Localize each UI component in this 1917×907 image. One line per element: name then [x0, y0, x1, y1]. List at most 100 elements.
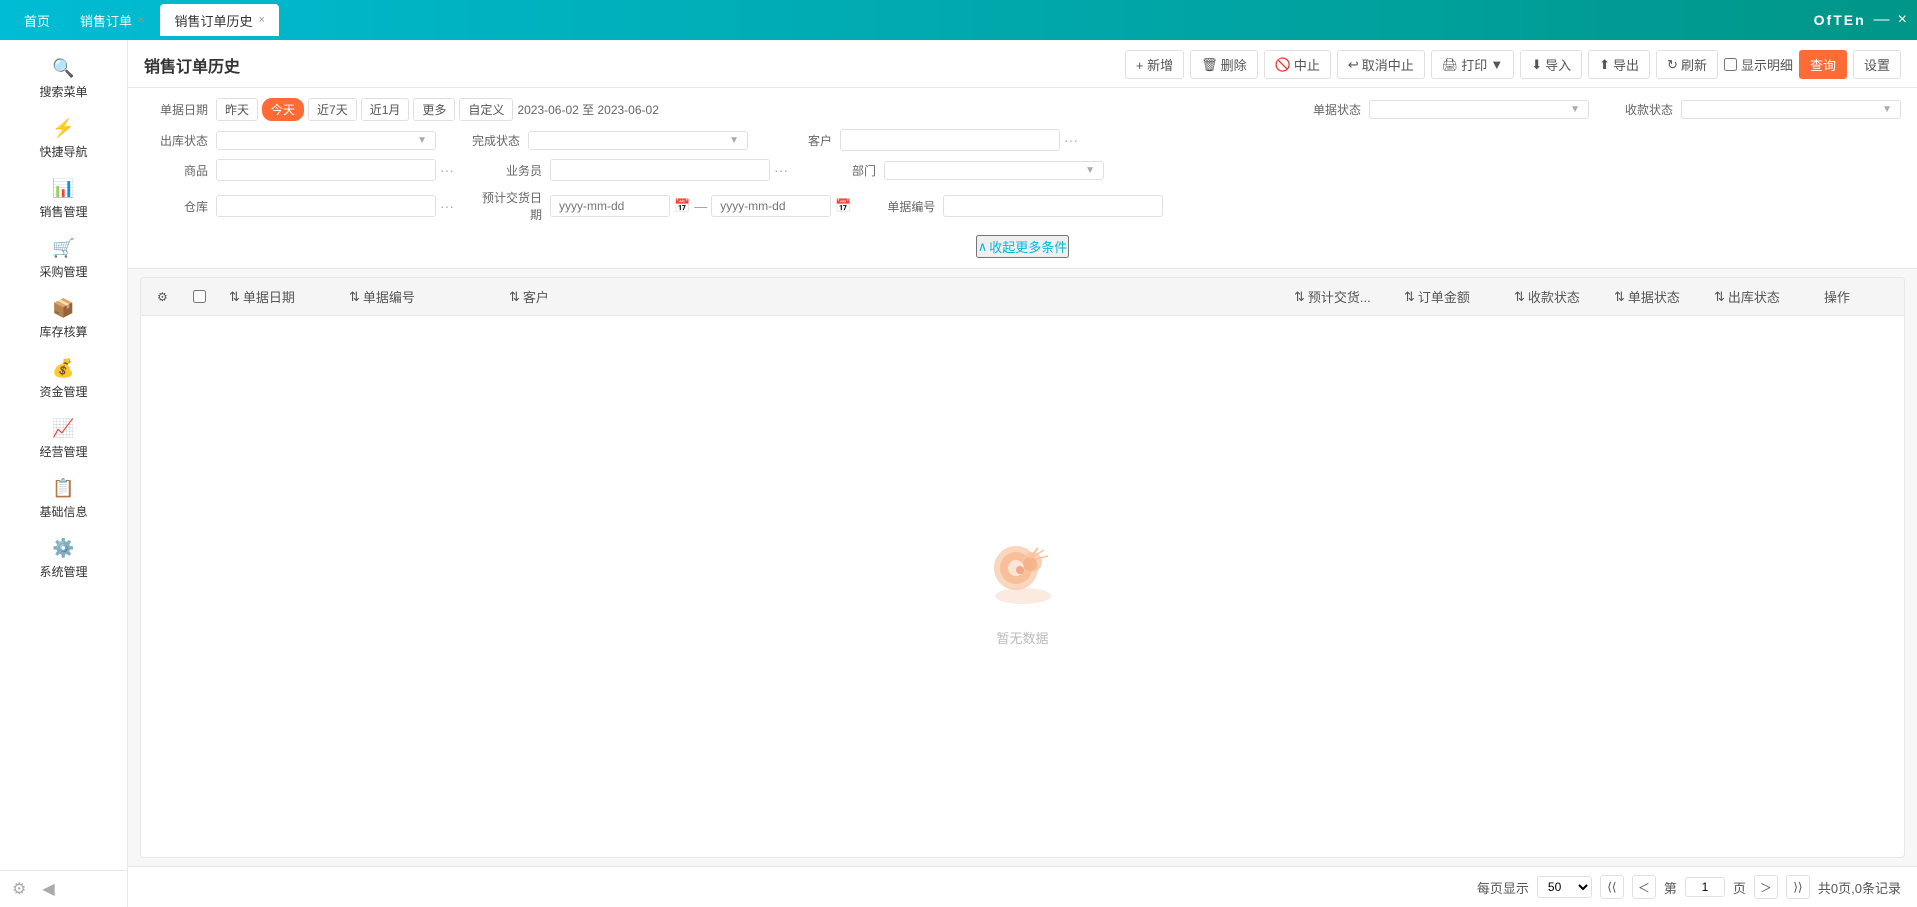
sidebar-item-purchase-label: 采购管理: [39, 263, 87, 280]
order-no-input[interactable]: [943, 195, 1163, 217]
last-page-btn[interactable]: ⟩⟩: [1786, 875, 1810, 899]
collapse-sidebar-icon[interactable]: ◀: [42, 879, 54, 899]
th-actions: 操作: [1816, 287, 1896, 306]
customer-dots-btn[interactable]: ···: [1060, 132, 1082, 148]
date-btn-custom[interactable]: 自定义: [459, 98, 513, 121]
complete-status-select[interactable]: ▼: [528, 131, 748, 150]
page-suffix: 页: [1733, 878, 1746, 897]
th-out-status[interactable]: ⇅ 出库状态: [1706, 287, 1816, 306]
page-label: 第: [1664, 878, 1677, 897]
first-page-btn[interactable]: ⟨⟨: [1600, 875, 1624, 899]
page-input[interactable]: [1685, 877, 1725, 897]
sales-icon: 📊: [52, 178, 74, 199]
out-status-select[interactable]: ▼: [216, 131, 436, 150]
delivery-date-end-input[interactable]: [711, 195, 831, 217]
sidebar-item-system[interactable]: ⚙️ 系统管理: [0, 528, 127, 588]
settings-btn[interactable]: 设置: [1853, 50, 1901, 79]
delivery-date-range: 📅 — 📅: [550, 195, 851, 217]
th-no[interactable]: ⇅ 单据编号: [341, 287, 501, 306]
table-body: 暂无数据: [141, 316, 1904, 857]
prev-page-btn[interactable]: ＜: [1632, 875, 1656, 899]
warehouse-dots-btn[interactable]: ···: [436, 198, 458, 214]
delivery-date-filter-label: 预计交货日期: [478, 189, 550, 223]
new-btn[interactable]: + 新增: [1125, 50, 1184, 79]
purchase-icon: 🛒: [52, 238, 74, 259]
cancel-stop-btn[interactable]: ↩ 取消中止: [1337, 50, 1425, 79]
sidebar-item-finance[interactable]: 💰 资金管理: [0, 348, 127, 408]
sidebar-item-quick-nav[interactable]: ⚡ 快捷导航: [0, 108, 127, 168]
date-btn-1month[interactable]: 近1月: [361, 98, 410, 121]
window-close-btn[interactable]: ×: [1898, 11, 1907, 29]
top-bar-right: OfTEn — ×: [1814, 11, 1907, 29]
sidebar-item-base-info[interactable]: 📋 基础信息: [0, 468, 127, 528]
delivery-date-start-cal-icon[interactable]: 📅: [674, 198, 690, 214]
filter-row-date: 单据日期 昨天 今天 近7天 近1月 更多 自定义 2023-06-02 至 2…: [144, 98, 1901, 121]
salesman-input[interactable]: [550, 159, 770, 181]
th-no-sort-icon: ⇅: [349, 289, 360, 305]
sidebar-item-purchase[interactable]: 🛒 采购管理: [0, 228, 127, 288]
window-min-btn[interactable]: —: [1874, 11, 1890, 29]
sidebar-item-operation[interactable]: 📈 经营管理: [0, 408, 127, 468]
delivery-date-end-cal-icon[interactable]: 📅: [835, 198, 851, 214]
delete-btn[interactable]: 🗑 删除: [1190, 50, 1258, 79]
th-customer[interactable]: ⇅ 客户: [501, 287, 1286, 306]
cancel-stop-icon: ↩: [1348, 57, 1359, 73]
tab-sales-order-history-close[interactable]: ×: [258, 14, 264, 26]
sidebar-item-operation-label: 经营管理: [39, 443, 87, 460]
date-btn-yesterday[interactable]: 昨天: [216, 98, 258, 121]
customer-input[interactable]: [840, 129, 1060, 151]
settings-bottom-icon[interactable]: ⚙: [12, 879, 26, 899]
date-btn-7days[interactable]: 近7天: [308, 98, 357, 121]
table-header: ⚙ ⇅ 单据日期 ⇅ 单据编号 ⇅ 客户 ⇅ 预计交货.: [141, 278, 1904, 316]
refresh-icon: ↻: [1667, 57, 1678, 73]
th-order-status-sort-icon: ⇅: [1614, 289, 1625, 305]
pagination: 每页显示 50 10 20 100 ⟨⟨ ＜ 第 页 ＞ ⟩⟩ 共0页,0条记录: [128, 866, 1917, 907]
import-btn[interactable]: ⬇ 导入: [1520, 50, 1582, 79]
tab-sales-order-close[interactable]: ×: [138, 14, 144, 26]
date-btn-today[interactable]: 今天: [262, 98, 304, 121]
print-btn[interactable]: 🖨 打印 ▼: [1431, 50, 1514, 79]
sidebar-item-sales[interactable]: 📊 销售管理: [0, 168, 127, 228]
query-btn[interactable]: 查询: [1799, 50, 1847, 79]
th-delivery[interactable]: ⇅ 预计交货...: [1286, 287, 1396, 306]
page-size-select[interactable]: 50 10 20 100: [1537, 876, 1592, 898]
main-layout: 🔍 搜索菜单 ⚡ 快捷导航 📊 销售管理 🛒 采购管理 📦 库存核算 💰 资金管…: [0, 40, 1917, 907]
sidebar-item-search-menu[interactable]: 🔍 搜索菜单: [0, 48, 127, 108]
print-btn-label: 打印: [1461, 55, 1487, 74]
collapse-btn[interactable]: ∧ 收起更多条件: [976, 235, 1070, 258]
export-btn-label: 导出: [1613, 55, 1639, 74]
search-menu-icon: 🔍: [52, 58, 74, 79]
order-status-select[interactable]: ▼: [1369, 100, 1589, 119]
tab-home[interactable]: 首页: [10, 4, 64, 36]
goods-input[interactable]: [216, 159, 436, 181]
th-date[interactable]: ⇅ 单据日期: [221, 287, 341, 306]
warehouse-input[interactable]: [216, 195, 436, 217]
th-amount[interactable]: ⇅ 订单金额: [1396, 287, 1506, 306]
delete-icon: 🗑: [1201, 57, 1218, 73]
salesman-dots-btn[interactable]: ···: [770, 162, 792, 178]
stop-btn[interactable]: 🚫 中止: [1264, 50, 1331, 79]
th-pay-status[interactable]: ⇅ 收款状态: [1506, 287, 1606, 306]
empty-text: 暂无数据: [996, 628, 1048, 647]
th-settings[interactable]: ⚙: [149, 290, 185, 304]
date-btn-more[interactable]: 更多: [413, 98, 455, 121]
display-detail-input[interactable]: [1724, 58, 1737, 71]
th-check[interactable]: [185, 290, 221, 303]
sidebar-item-inventory[interactable]: 📦 库存核算: [0, 288, 127, 348]
th-select-all[interactable]: [193, 290, 206, 303]
dept-select[interactable]: ▼: [884, 161, 1104, 180]
refresh-btn[interactable]: ↻ 刷新: [1656, 50, 1718, 79]
display-detail-checkbox[interactable]: 显示明细: [1724, 55, 1793, 74]
tab-sales-order-history[interactable]: 销售订单历史 ×: [160, 4, 278, 36]
brand-text: OfTEn: [1814, 12, 1866, 28]
pay-status-select[interactable]: ▼: [1681, 100, 1901, 119]
next-page-btn[interactable]: ＞: [1754, 875, 1778, 899]
tab-sales-order[interactable]: 销售订单 ×: [66, 4, 158, 36]
import-btn-label: 导入: [1545, 55, 1571, 74]
goods-dots-btn[interactable]: ···: [436, 162, 458, 178]
delivery-date-start-input[interactable]: [550, 195, 670, 217]
th-order-status[interactable]: ⇅ 单据状态: [1606, 287, 1706, 306]
export-btn[interactable]: ⬆ 导出: [1588, 50, 1650, 79]
sidebar-item-inventory-label: 库存核算: [39, 323, 87, 340]
collapse-row: ∧ 收起更多条件: [144, 231, 1901, 258]
